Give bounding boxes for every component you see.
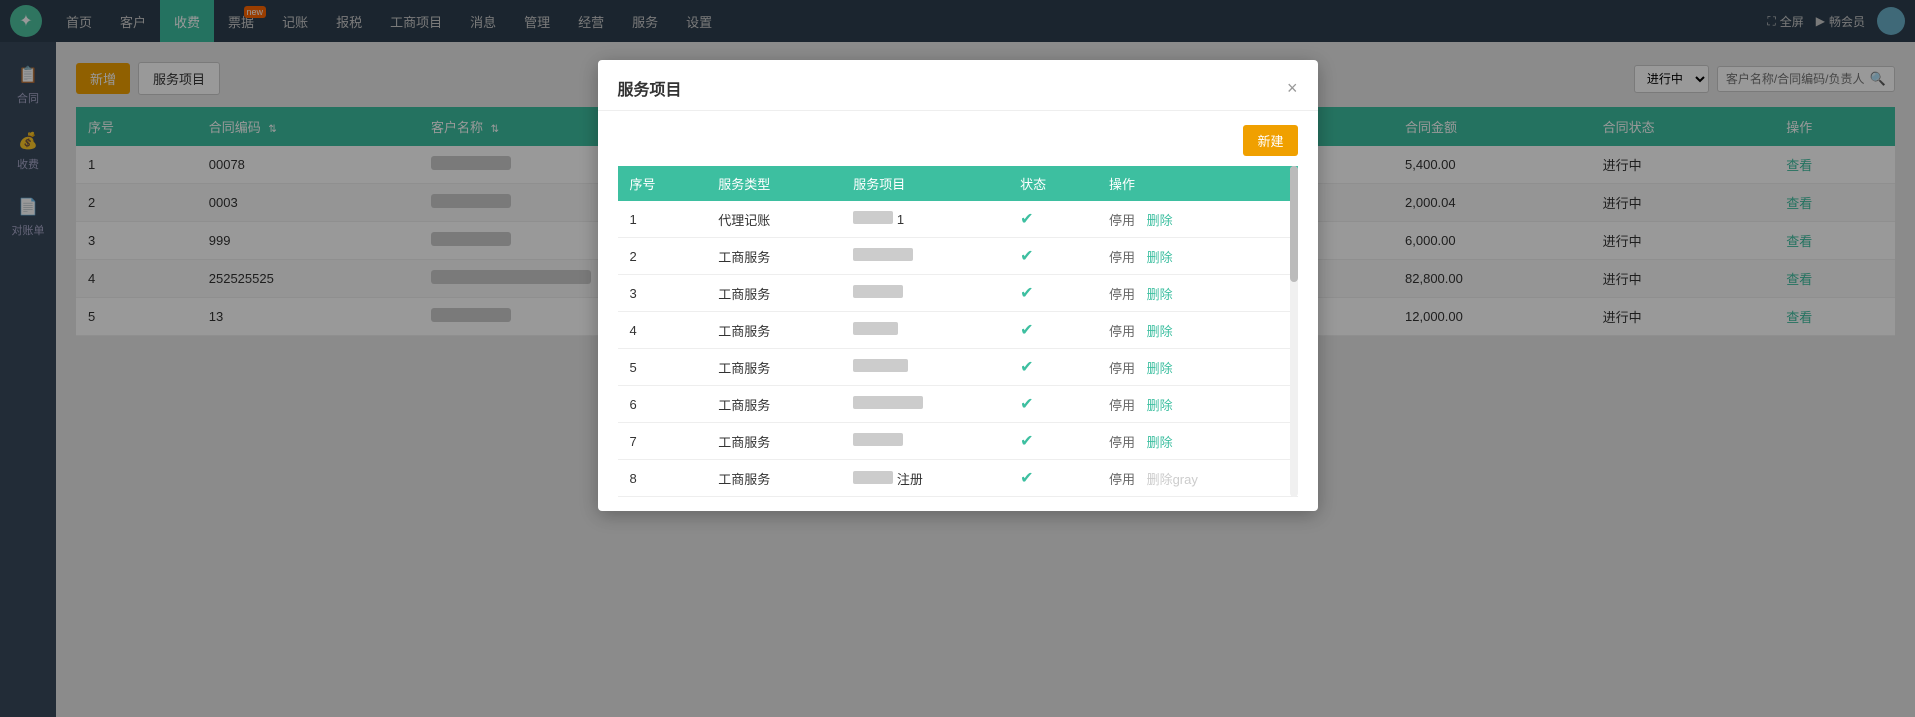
service-item-modal: 服务项目 × 新建 序号 服务类型 服务项目: [598, 60, 1318, 511]
modal-col-type: 服务类型: [706, 166, 841, 201]
item-blurred: [853, 211, 893, 224]
status-check-icon: ✔: [1020, 285, 1033, 302]
modal-cell-seq: 1: [618, 201, 707, 238]
status-check-icon: ✔: [1020, 211, 1033, 228]
modal-cell-status: ✔: [1008, 460, 1097, 497]
modal-cell-seq: 2: [618, 238, 707, 275]
modal-cell-actions: 停用 删除: [1097, 423, 1298, 460]
scrollbar-thumb: [1290, 166, 1298, 282]
modal-cell-type: 工商服务: [706, 275, 841, 312]
modal-cell-actions: 停用 删除: [1097, 386, 1298, 423]
modal-cell-type: 工商服务: [706, 423, 841, 460]
stop-button[interactable]: 停用: [1109, 250, 1135, 265]
modal-table-row: 2 工商服务 ✔ 停用 删除: [618, 238, 1298, 275]
modal-cell-status: ✔: [1008, 312, 1097, 349]
modal-cell-item: [841, 312, 1008, 349]
item-blurred: [853, 322, 898, 335]
modal-cell-actions: 停用 删除: [1097, 201, 1298, 238]
modal-cell-seq: 3: [618, 275, 707, 312]
modal-cell-actions: 停用 删除: [1097, 238, 1298, 275]
delete-button[interactable]: 删除: [1147, 435, 1173, 450]
delete-button[interactable]: 删除: [1147, 213, 1173, 228]
delete-button[interactable]: 删除: [1147, 287, 1173, 302]
modal-table-row: 1 代理记账 1 ✔ 停用 删除: [618, 201, 1298, 238]
modal-table-row: 5 工商服务 ✔ 停用 删除: [618, 349, 1298, 386]
modal-cell-type: 工商服务: [706, 460, 841, 497]
modal-table-row: 8 工商服务 注册 ✔ 停用 删除gray: [618, 460, 1298, 497]
item-blurred: [853, 471, 893, 484]
status-check-icon: ✔: [1020, 470, 1033, 487]
delete-button[interactable]: 删除gray: [1147, 472, 1198, 487]
modal-cell-status: ✔: [1008, 275, 1097, 312]
main-content: 新增 服务项目 进行中 已完成 已取消 🔍 序号 合同: [56, 42, 1915, 717]
stop-button[interactable]: 停用: [1109, 472, 1135, 487]
modal-toolbar: 新建: [618, 125, 1298, 156]
modal-cell-type: 工商服务: [706, 386, 841, 423]
modal-title: 服务项目: [618, 76, 682, 100]
stop-button[interactable]: 停用: [1109, 287, 1135, 302]
modal-cell-status: ✔: [1008, 386, 1097, 423]
modal-cell-item: 1: [841, 201, 1008, 238]
modal-cell-seq: 6: [618, 386, 707, 423]
modal-cell-status: ✔: [1008, 423, 1097, 460]
stop-button[interactable]: 停用: [1109, 398, 1135, 413]
modal-cell-item: 注册: [841, 460, 1008, 497]
modal-cell-item: [841, 386, 1008, 423]
item-blurred: [853, 285, 903, 298]
modal-col-action: 操作: [1097, 166, 1298, 201]
modal-cell-type: 工商服务: [706, 312, 841, 349]
status-check-icon: ✔: [1020, 248, 1033, 265]
item-blurred: [853, 433, 903, 446]
modal-cell-seq: 8: [618, 460, 707, 497]
status-check-icon: ✔: [1020, 359, 1033, 376]
modal-table-row: 6 工商服务 ✔ 停用 删除: [618, 386, 1298, 423]
delete-button[interactable]: 删除: [1147, 361, 1173, 376]
stop-button[interactable]: 停用: [1109, 324, 1135, 339]
modal-cell-item: [841, 275, 1008, 312]
modal-table-row: 7 工商服务 ✔ 停用 删除: [618, 423, 1298, 460]
modal-cell-seq: 4: [618, 312, 707, 349]
modal-cell-actions: 停用 删除: [1097, 349, 1298, 386]
modal-cell-item: [841, 349, 1008, 386]
modal-cell-type: 代理记账: [706, 201, 841, 238]
modal-table: 序号 服务类型 服务项目 状态 操作 1 代理记账: [618, 166, 1298, 497]
modal-overlay: 服务项目 × 新建 序号 服务类型 服务项目: [56, 42, 1915, 717]
modal-header: 服务项目 ×: [598, 60, 1318, 111]
modal-col-seq: 序号: [618, 166, 707, 201]
modal-cell-status: ✔: [1008, 349, 1097, 386]
modal-new-button[interactable]: 新建: [1243, 125, 1297, 156]
modal-cell-status: ✔: [1008, 238, 1097, 275]
modal-col-status: 状态: [1008, 166, 1097, 201]
modal-cell-actions: 停用 删除: [1097, 275, 1298, 312]
modal-cell-item: [841, 238, 1008, 275]
delete-button[interactable]: 删除: [1147, 398, 1173, 413]
modal-cell-seq: 5: [618, 349, 707, 386]
stop-button[interactable]: 停用: [1109, 361, 1135, 376]
modal-table-row: 4 工商服务 ✔ 停用 删除: [618, 312, 1298, 349]
item-blurred: [853, 359, 908, 372]
item-blurred: [853, 396, 923, 409]
modal-cell-actions: 停用 删除: [1097, 312, 1298, 349]
modal-cell-item: [841, 423, 1008, 460]
modal-cell-type: 工商服务: [706, 238, 841, 275]
modal-cell-status: ✔: [1008, 201, 1097, 238]
delete-button[interactable]: 删除: [1147, 250, 1173, 265]
modal-body: 新建 序号 服务类型 服务项目 状态 操作: [598, 111, 1318, 511]
modal-cell-actions: 停用 删除gray: [1097, 460, 1298, 497]
status-check-icon: ✔: [1020, 322, 1033, 339]
modal-cell-seq: 7: [618, 423, 707, 460]
modal-close-button[interactable]: ×: [1287, 79, 1298, 97]
modal-col-item: 服务项目: [841, 166, 1008, 201]
status-check-icon: ✔: [1020, 396, 1033, 413]
stop-button[interactable]: 停用: [1109, 213, 1135, 228]
stop-button[interactable]: 停用: [1109, 435, 1135, 450]
modal-table-row: 3 工商服务 ✔ 停用 删除: [618, 275, 1298, 312]
modal-cell-type: 工商服务: [706, 349, 841, 386]
scrollbar-track[interactable]: [1290, 166, 1298, 497]
item-blurred: [853, 248, 913, 261]
status-check-icon: ✔: [1020, 433, 1033, 450]
layout: 📋 合同 💰 收费 📄 对账单 新增 服务项目 进行中 已完成 已取消: [0, 42, 1915, 717]
delete-button[interactable]: 删除: [1147, 324, 1173, 339]
